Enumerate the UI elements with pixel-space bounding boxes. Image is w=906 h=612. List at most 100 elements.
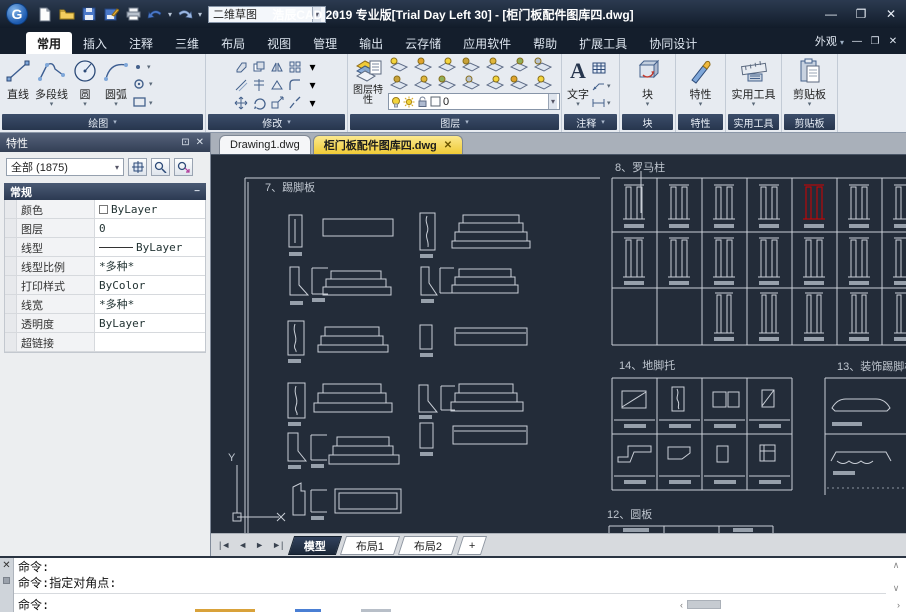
selection-filter-combobox[interactable]: 全部 (1875) ▾ xyxy=(6,158,124,176)
doc-tab-cabinet-library[interactable]: 柜门板配件图库四.dwg ✕ xyxy=(312,135,464,154)
tab-cloud[interactable]: 云存储 xyxy=(394,32,452,54)
stretch-button[interactable] xyxy=(268,77,285,94)
appearance-menu[interactable]: 外观 ▾ xyxy=(815,33,844,49)
clipboard-button[interactable]: 剪贴板 ▾ xyxy=(791,56,828,114)
layer-state-tool-icon[interactable] xyxy=(436,74,458,91)
circle-dropdown-arrow[interactable]: ▾ xyxy=(83,101,87,108)
properties-dropdown-arrow[interactable]: ▾ xyxy=(699,101,703,108)
tab-express-tools[interactable]: 扩展工具 xyxy=(568,32,638,54)
draw-panel-label[interactable]: 绘图 ▾ xyxy=(2,114,203,130)
tab-view[interactable]: 视图 xyxy=(256,32,302,54)
layers-panel-label[interactable]: 图层 ▾ xyxy=(350,114,559,130)
layer-state-tool-icon[interactable] xyxy=(388,74,410,91)
layer-state-tool-icon[interactable] xyxy=(484,56,506,73)
undo-dropdown-arrow[interactable]: ▾ xyxy=(168,10,172,19)
tab-home[interactable]: 常用 xyxy=(26,32,73,54)
general-section-header[interactable]: 常规 − xyxy=(4,183,206,200)
add-layout-tab[interactable]: + xyxy=(456,535,488,555)
model-tab[interactable]: 模型 xyxy=(288,535,343,555)
palette-close-icon[interactable]: ✕ xyxy=(196,137,204,148)
command-grip-icon[interactable] xyxy=(3,577,10,584)
text-dropdown-arrow[interactable]: ▾ xyxy=(576,101,580,108)
next-layout-arrow[interactable]: ► xyxy=(251,540,268,550)
scroll-up-icon[interactable]: ∧ xyxy=(893,560,900,571)
tab-3d[interactable]: 三维 xyxy=(164,32,210,54)
fillet-button[interactable] xyxy=(286,77,303,94)
doc-close-button[interactable]: ✕ xyxy=(884,32,902,50)
array-dropdown-arrow[interactable]: ▾ xyxy=(304,59,321,76)
annotate-panel-label[interactable]: 注释 ▾ xyxy=(564,114,617,130)
leader-tool-button[interactable]: ▾ xyxy=(592,81,611,91)
command-scrollbar[interactable]: ∧ ∨ xyxy=(888,560,904,594)
hscroll-thumb[interactable] xyxy=(687,600,721,609)
utilities-panel-label[interactable]: 实用工具 xyxy=(728,114,779,130)
new-file-button[interactable] xyxy=(36,5,54,23)
modify-panel-label[interactable]: 修改 ▾ xyxy=(208,114,345,130)
layer-properties-button[interactable]: 图层特性 xyxy=(351,56,385,114)
tab-insert[interactable]: 插入 xyxy=(72,32,118,54)
dimension-tool-button[interactable]: ▾ xyxy=(592,98,611,108)
tab-annotate[interactable]: 注释 xyxy=(118,32,164,54)
block-insert-button[interactable]: 块 ▾ xyxy=(633,56,663,114)
offset-button[interactable] xyxy=(232,77,249,94)
layer-state-tool-icon[interactable] xyxy=(508,56,530,73)
array-button[interactable] xyxy=(286,59,303,76)
clipboard-dropdown-arrow[interactable]: ▾ xyxy=(808,101,812,108)
layout1-tab[interactable]: 布局1 xyxy=(340,535,401,555)
point-tool-button[interactable]: ▾ xyxy=(133,62,153,72)
clipboard-panel-label[interactable]: 剪贴板 xyxy=(784,114,835,130)
doc-minimize-button[interactable]: — xyxy=(848,32,866,50)
command-hscrollbar[interactable]: ‹ › xyxy=(680,598,900,611)
scroll-down-icon[interactable]: ∨ xyxy=(893,583,900,594)
property-row-hyperlink[interactable]: 超链接 xyxy=(5,333,205,352)
layer-combobox[interactable]: 0 ▾ xyxy=(388,93,560,110)
undo-button[interactable] xyxy=(146,5,164,23)
tab-apps[interactable]: 应用软件 xyxy=(452,32,522,54)
utilities-button[interactable]: 实用工具 ▾ xyxy=(730,56,778,114)
utilities-dropdown-arrow[interactable]: ▾ xyxy=(752,101,756,108)
scroll-left-icon[interactable]: ‹ xyxy=(680,600,683,610)
match-properties-button[interactable]: 特性 ▾ xyxy=(686,56,716,114)
layer-state-tool-icon[interactable] xyxy=(412,56,434,73)
tab-output[interactable]: 输出 xyxy=(348,32,394,54)
mirror-button[interactable] xyxy=(268,59,285,76)
command-close-icon[interactable]: ✕ xyxy=(2,561,10,571)
redo-button[interactable] xyxy=(176,5,194,23)
trim-button[interactable] xyxy=(250,77,267,94)
layer-state-tool-icon[interactable] xyxy=(460,56,482,73)
donut-tool-button[interactable]: ▾ xyxy=(133,79,153,90)
block-dropdown-arrow[interactable]: ▾ xyxy=(646,101,650,108)
command-history[interactable]: 命令: 命令:指定对角点: xyxy=(14,558,886,594)
prev-layout-arrow[interactable]: ◄ xyxy=(234,540,251,550)
rectangle-tool-button[interactable]: ▾ xyxy=(133,97,153,108)
fillet-dropdown-arrow[interactable]: ▾ xyxy=(304,77,321,94)
move-button[interactable] xyxy=(232,95,249,112)
open-file-button[interactable] xyxy=(58,5,76,23)
scale-button[interactable] xyxy=(268,95,285,112)
property-row-layer[interactable]: 图层 0 xyxy=(5,219,205,238)
copy-button[interactable] xyxy=(250,59,267,76)
layer-dropdown-arrow[interactable]: ▾ xyxy=(547,94,557,109)
layer-state-tool-icon[interactable] xyxy=(484,74,506,91)
layer-state-tool-icon[interactable] xyxy=(460,74,482,91)
property-row-lineweight[interactable]: 线宽 *多种* xyxy=(5,295,205,314)
arc-dropdown-arrow[interactable]: ▾ xyxy=(114,101,118,108)
table-tool-button[interactable] xyxy=(592,62,611,74)
workspace-combobox[interactable]: 二维草图 ▾ xyxy=(208,5,327,23)
line-tool-button[interactable]: 直线 xyxy=(3,56,33,114)
minimize-button[interactable]: — xyxy=(816,2,846,26)
last-layout-arrow[interactable]: ►| xyxy=(268,540,287,550)
toggle-pickadd-button[interactable] xyxy=(128,158,147,176)
arc-tool-button[interactable]: 圆弧 ▾ xyxy=(100,56,132,114)
property-row-linetype-scale[interactable]: 线型比例 *多种* xyxy=(5,257,205,276)
tab-collaboration[interactable]: 协同设计 xyxy=(638,32,708,54)
erase-button[interactable] xyxy=(232,59,249,76)
doc-tab-drawing1[interactable]: Drawing1.dwg xyxy=(219,135,311,154)
first-layout-arrow[interactable]: |◄ xyxy=(215,540,234,550)
quick-select-button[interactable] xyxy=(174,158,193,176)
layout2-tab[interactable]: 布局2 xyxy=(398,535,459,555)
layer-state-tool-icon[interactable] xyxy=(436,56,458,73)
circle-tool-button[interactable]: 圆 ▾ xyxy=(70,56,100,114)
save-button[interactable] xyxy=(80,5,98,23)
doc-restore-button[interactable]: ❐ xyxy=(866,32,884,50)
